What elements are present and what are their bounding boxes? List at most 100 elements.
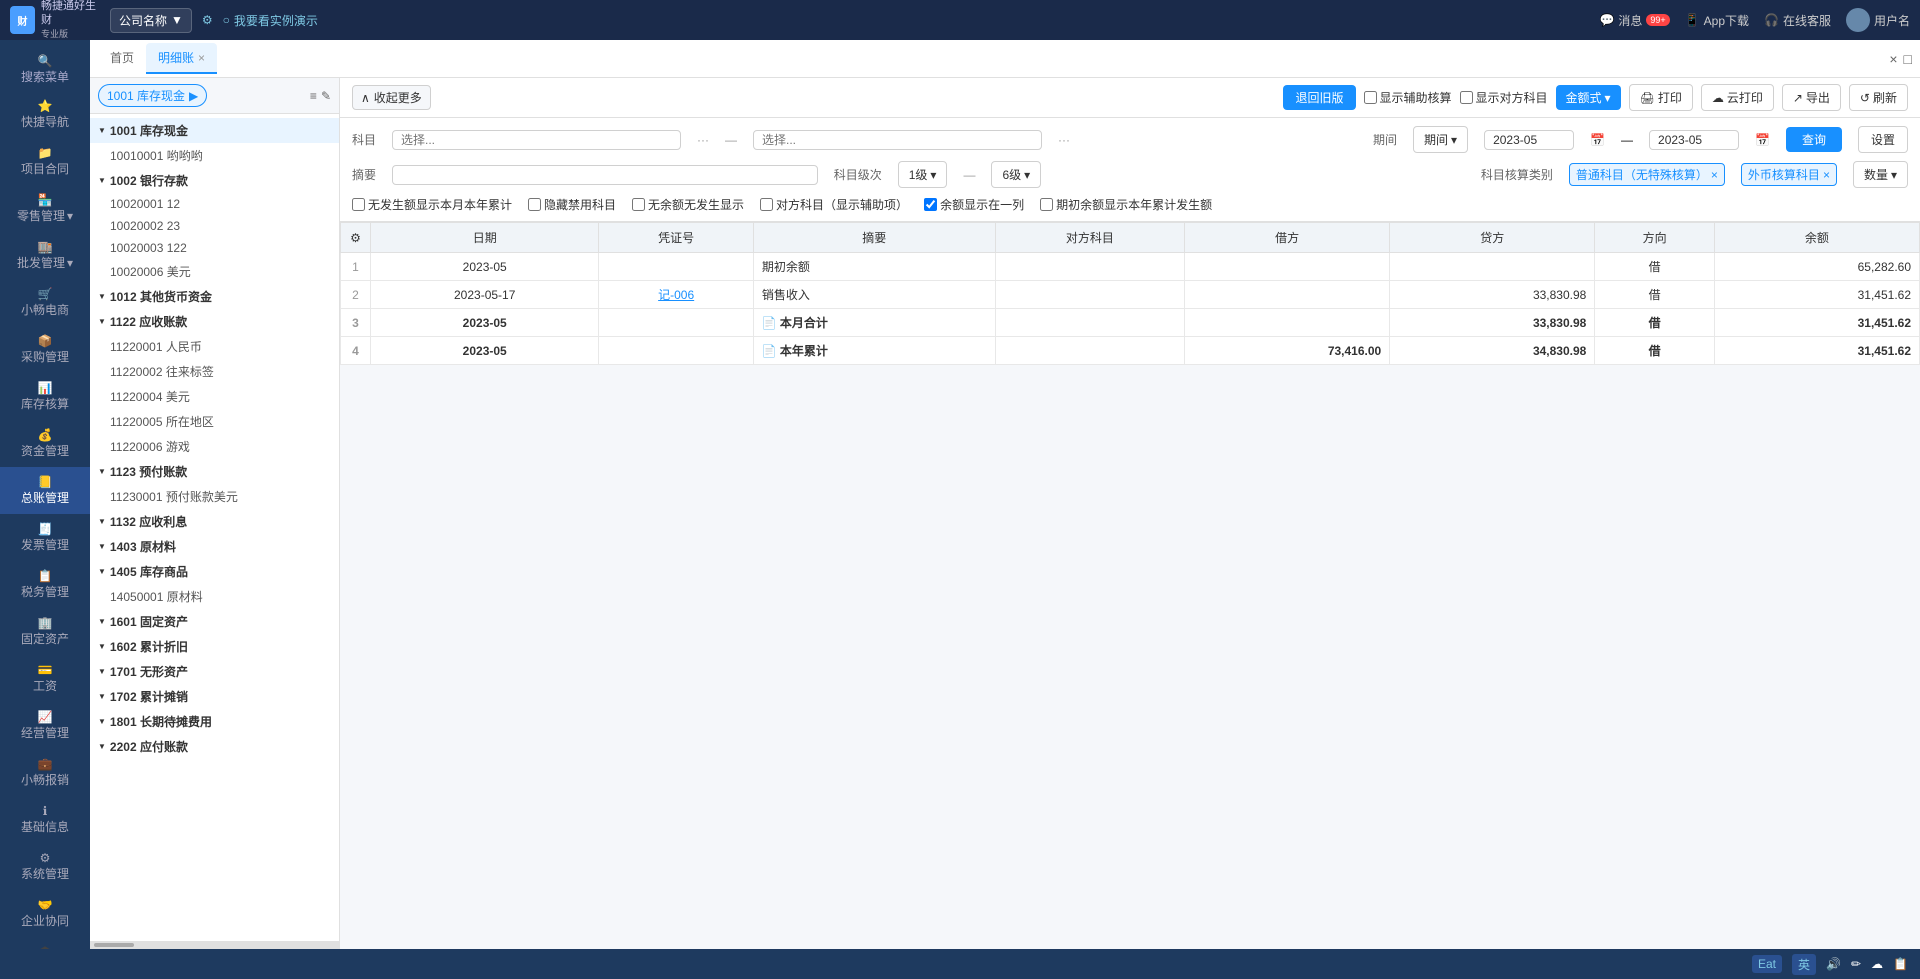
back-old-version-btn[interactable]: 退回旧版 — [1283, 85, 1355, 110]
table-row[interactable]: 3 2023-05 📄本月合计 33,830.98 借 31,451.62 — [341, 309, 1920, 337]
subject-item[interactable]: ▼1801 长期待摊费用 — [90, 709, 339, 734]
company-selector[interactable]: 公司名称 ▼ — [110, 8, 192, 33]
subject-item[interactable]: ▼1123 预付账款 — [90, 459, 339, 484]
subject-item[interactable]: 10020002 23 — [90, 215, 339, 237]
cloud-icon[interactable]: ☁ — [1871, 957, 1883, 971]
check3-input[interactable] — [632, 198, 645, 211]
subject-input[interactable] — [392, 130, 681, 150]
level-from-selector[interactable]: 1级 ▾ — [898, 161, 948, 188]
check5-input[interactable] — [924, 198, 937, 211]
subject-item[interactable]: 10010001 哟哟哟 — [90, 143, 339, 168]
sidebar-item-capital[interactable]: 💰 资金管理 — [0, 420, 90, 467]
end-date-input[interactable] — [1649, 130, 1739, 150]
sidebar-item-fixed-assets[interactable]: 🏢 固定资产 — [0, 608, 90, 655]
subject-item[interactable]: ▼2202 应付账款 — [90, 734, 339, 759]
subject-item[interactable]: ▼1002 银行存款 — [90, 168, 339, 193]
volume-icon[interactable]: 🔊 — [1826, 957, 1841, 971]
subject-item[interactable]: ▼1001 库存现金 — [90, 118, 339, 143]
demo-link[interactable]: ○ 我要看实例演示 — [223, 12, 318, 29]
account-tag[interactable]: 1001 库存现金 ▶ — [98, 84, 207, 107]
check5-label[interactable]: 余额显示在一列 — [924, 196, 1024, 213]
th-settings[interactable]: ⚙ — [341, 223, 371, 253]
table-row[interactable]: 2 2023-05-17 记-006 销售收入 33,830.98 借 31,4… — [341, 281, 1920, 309]
normal-subject-close-icon[interactable]: × — [1711, 168, 1718, 182]
subject-item[interactable]: ▼1702 累计摊销 — [90, 684, 339, 709]
table-row[interactable]: 4 2023-05 📄本年累计 73,416.00 34,830.98 借 31… — [341, 337, 1920, 365]
check3-label[interactable]: 无余额无发生显示 — [632, 196, 744, 213]
sidebar-item-business[interactable]: 📈 经营管理 — [0, 702, 90, 749]
gear-icon[interactable]: ⚙ — [202, 13, 213, 27]
sidebar-item-inventory[interactable]: 📊 库存核算 — [0, 373, 90, 420]
export-btn[interactable]: ↗ 导出 — [1782, 84, 1841, 111]
check1-label[interactable]: 无发生额显示本月本年累计 — [352, 196, 512, 213]
check6-input[interactable] — [1040, 198, 1053, 211]
sidebar-item-wholesale[interactable]: 🏬 批发管理 ▾ — [0, 232, 90, 279]
subject-item[interactable]: 10020001 12 — [90, 193, 339, 215]
normal-subject-tag[interactable]: 普通科目（无特殊核算） × — [1569, 163, 1725, 186]
sidebar-item-sales[interactable]: 💼 小畅报销 — [0, 749, 90, 796]
show-opposite-input[interactable] — [1460, 91, 1473, 104]
check4-label[interactable]: 对方科目（显示辅助项） — [760, 196, 908, 213]
subject-item[interactable]: 11220004 美元 — [90, 384, 339, 409]
collapse-more-btn[interactable]: ∧ 收起更多 — [352, 85, 431, 110]
print-btn[interactable]: 🖨 打印 — [1629, 84, 1693, 111]
show-aux-input[interactable] — [1364, 91, 1377, 104]
level-to-selector[interactable]: 6级 ▾ — [991, 161, 1041, 188]
subject-item[interactable]: 11220002 往来标签 — [90, 359, 339, 384]
lang-btn[interactable]: 英 — [1792, 954, 1816, 975]
pencil-icon[interactable]: ✏ — [1851, 957, 1861, 971]
sidebar-item-search[interactable]: 🔍 搜索菜单 — [21, 48, 69, 91]
message-btn[interactable]: 💬 消息 99+ — [1599, 12, 1669, 29]
subject-item[interactable]: ▼1403 原材料 — [90, 534, 339, 559]
show-opposite-checkbox[interactable]: 显示对方科目 — [1460, 89, 1548, 106]
start-date-input[interactable] — [1484, 130, 1574, 150]
check6-label[interactable]: 期初余额显示本年累计发生额 — [1040, 196, 1212, 213]
sidebar-item-purchase[interactable]: 📦 采购管理 — [0, 326, 90, 373]
subject-item[interactable]: ▼1132 应收利息 — [90, 509, 339, 534]
amount-format-dropdown[interactable]: 金额式 ▾ — [1556, 85, 1621, 110]
eat-btn[interactable]: Eat — [1752, 955, 1782, 973]
sidebar-item-quick-nav[interactable]: ⭐ 快捷导航 — [0, 91, 90, 138]
account-tag-arrow[interactable]: ▶ — [189, 89, 198, 103]
subject-item[interactable]: 10020006 美元 — [90, 259, 339, 284]
online-service-btn[interactable]: 🎧 在线客服 — [1764, 12, 1831, 29]
sidebar-item-tax[interactable]: 📋 税务管理 — [0, 561, 90, 608]
sidebar-item-general-ledger[interactable]: 📒 总账管理 — [0, 467, 90, 514]
table-row[interactable]: 1 2023-05 期初余额 借 65,282.60 — [341, 253, 1920, 281]
sidebar-item-basic-info[interactable]: ℹ 基础信息 — [0, 796, 90, 843]
sidebar-item-ecom[interactable]: 🛒 小畅电商 — [0, 279, 90, 326]
tab-expand-icon[interactable]: □ — [1904, 51, 1912, 67]
settings-btn[interactable]: 设置 — [1858, 126, 1908, 153]
subject-item[interactable]: 11220006 游戏 — [90, 434, 339, 459]
subject-item[interactable]: ▼1405 库存商品 — [90, 559, 339, 584]
subject-input-2[interactable] — [753, 130, 1042, 150]
check1-input[interactable] — [352, 198, 365, 211]
subject-item[interactable]: ▼1122 应收账款 — [90, 309, 339, 334]
cloud-print-btn[interactable]: ☁ 云打印 — [1701, 84, 1774, 111]
period-mode-selector[interactable]: 期间 ▾ — [1413, 126, 1468, 153]
clipboard-icon[interactable]: 📋 — [1893, 957, 1908, 971]
voucher-link[interactable]: 记-006 — [658, 288, 694, 302]
user-avatar-btn[interactable]: 用户名 — [1846, 8, 1910, 32]
sidebar-item-enterprise[interactable]: 🤝 企业协同 — [0, 890, 90, 937]
sidebar-item-invoice[interactable]: 🧾 发票管理 — [0, 514, 90, 561]
sidebar-item-system[interactable]: ⚙ 系统管理 — [0, 843, 90, 890]
check4-input[interactable] — [760, 198, 773, 211]
subject-item[interactable]: 14050001 原材料 — [90, 584, 339, 609]
app-download-btn[interactable]: 📱 App下载 — [1685, 12, 1749, 29]
row-voucher[interactable]: 记-006 — [599, 281, 754, 309]
query-btn[interactable]: 查询 — [1786, 127, 1842, 152]
check2-input[interactable] — [528, 198, 541, 211]
sidebar-item-payroll[interactable]: 💳 工资 — [0, 655, 90, 702]
subject-item[interactable]: ▼1601 固定资产 — [90, 609, 339, 634]
refresh-btn[interactable]: ↺ 刷新 — [1849, 84, 1908, 111]
subject-item[interactable]: ▼1012 其他货币资金 — [90, 284, 339, 309]
subject-item[interactable]: 10020003 122 — [90, 237, 339, 259]
quantity-selector[interactable]: 数量 ▾ — [1853, 161, 1908, 188]
show-aux-checkbox[interactable]: 显示辅助核算 — [1364, 89, 1452, 106]
foreign-subject-tag[interactable]: 外币核算科目 × — [1741, 163, 1837, 186]
tab-close-icon[interactable]: × — [198, 51, 205, 65]
edit-icon[interactable]: ✎ — [321, 89, 331, 103]
tab-close-all-icon[interactable]: × — [1889, 51, 1897, 67]
sidebar-item-project-contract[interactable]: 📁 项目合同 — [0, 138, 90, 185]
